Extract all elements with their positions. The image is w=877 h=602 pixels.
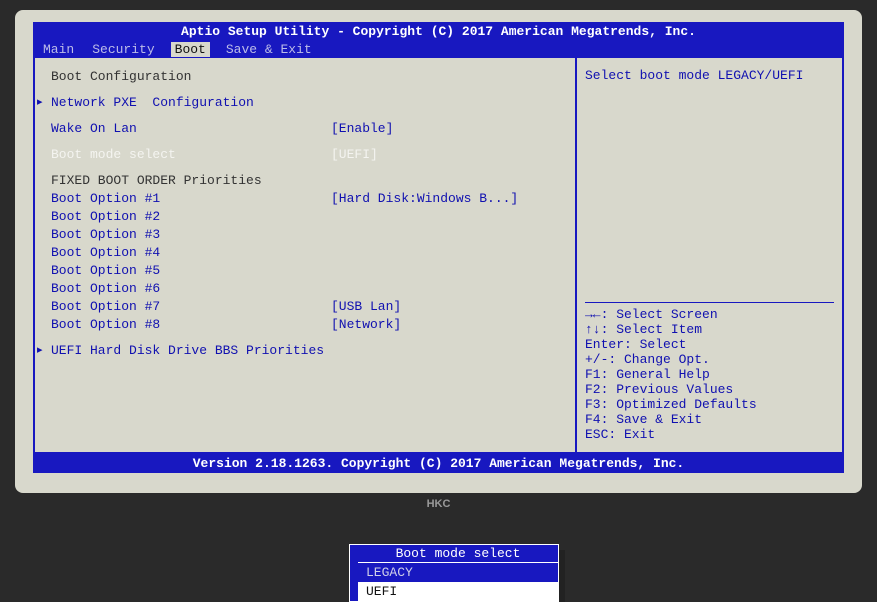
tab-save-exit[interactable]: Save & Exit	[224, 42, 314, 57]
item-boot-mode-select[interactable]: Boot mode select	[51, 146, 331, 164]
popup-option-uefi[interactable]: UEFI	[358, 582, 558, 601]
boot-option-7[interactable]: Boot Option #7	[51, 298, 331, 316]
boot-option-5-value	[331, 262, 567, 280]
boot-option-6[interactable]: Boot Option #6	[51, 280, 331, 298]
popup-option-legacy[interactable]: LEGACY	[358, 563, 558, 582]
boot-option-8[interactable]: Boot Option #8	[51, 316, 331, 334]
bios-screen: Aptio Setup Utility - Copyright (C) 2017…	[15, 10, 862, 493]
boot-option-4-value	[331, 244, 567, 262]
boot-option-6-value	[331, 280, 567, 298]
key-legend: →←: Select Screen ↑↓: Select Item Enter:…	[585, 298, 834, 442]
boot-option-5[interactable]: Boot Option #5	[51, 262, 331, 280]
monitor-brand: HKC	[427, 498, 451, 510]
menu-tabs: Main Security Boot Save & Exit	[33, 41, 844, 58]
popup-boot-mode: Boot mode select LEGACY UEFI	[349, 544, 559, 602]
value-boot-mode-select: [UEFI]	[331, 146, 567, 164]
tab-security[interactable]: Security	[90, 42, 156, 57]
item-uefi-bbs-priorities[interactable]: UEFI Hard Disk Drive BBS Priorities	[51, 342, 567, 360]
key-f2: F2: Previous Values	[585, 382, 834, 397]
key-f4: F4: Save & Exit	[585, 412, 834, 427]
key-select-item: ↑↓: Select Item	[585, 322, 834, 337]
key-select-screen: →←: Select Screen	[585, 307, 834, 322]
boot-option-1[interactable]: Boot Option #1	[51, 190, 331, 208]
boot-option-7-value: [USB Lan]	[331, 298, 567, 316]
item-network-pxe[interactable]: Network PXE Configuration	[51, 94, 331, 112]
boot-option-2-value	[331, 208, 567, 226]
tab-main[interactable]: Main	[41, 42, 76, 57]
key-esc: ESC: Exit	[585, 427, 834, 442]
boot-option-2[interactable]: Boot Option #2	[51, 208, 331, 226]
boot-option-8-value: [Network]	[331, 316, 567, 334]
key-enter: Enter: Select	[585, 337, 834, 352]
key-change-opt: +/-: Change Opt.	[585, 352, 834, 367]
boot-option-1-value: [Hard Disk:Windows B...]	[331, 190, 567, 208]
value-wake-on-lan: [Enable]	[331, 120, 567, 138]
key-f3: F3: Optimized Defaults	[585, 397, 834, 412]
key-f1: F1: General Help	[585, 367, 834, 382]
section-boot-config: Boot Configuration	[51, 68, 331, 86]
help-panel: Select boot mode LEGACY/UEFI →←: Select …	[577, 58, 842, 452]
bios-title: Aptio Setup Utility - Copyright (C) 2017…	[33, 22, 844, 41]
tab-boot[interactable]: Boot	[171, 42, 210, 57]
section-boot-order: FIXED BOOT ORDER Priorities	[51, 172, 567, 190]
boot-option-3[interactable]: Boot Option #3	[51, 226, 331, 244]
item-wake-on-lan[interactable]: Wake On Lan	[51, 120, 331, 138]
boot-option-4[interactable]: Boot Option #4	[51, 244, 331, 262]
boot-option-3-value	[331, 226, 567, 244]
settings-panel: Boot Configuration Network PXE Configura…	[35, 58, 577, 452]
popup-title: Boot mode select	[358, 545, 558, 563]
help-text: Select boot mode LEGACY/UEFI	[585, 68, 834, 83]
bios-footer: Version 2.18.1263. Copyright (C) 2017 Am…	[33, 454, 844, 473]
bios-body: Boot Configuration Network PXE Configura…	[33, 58, 844, 454]
